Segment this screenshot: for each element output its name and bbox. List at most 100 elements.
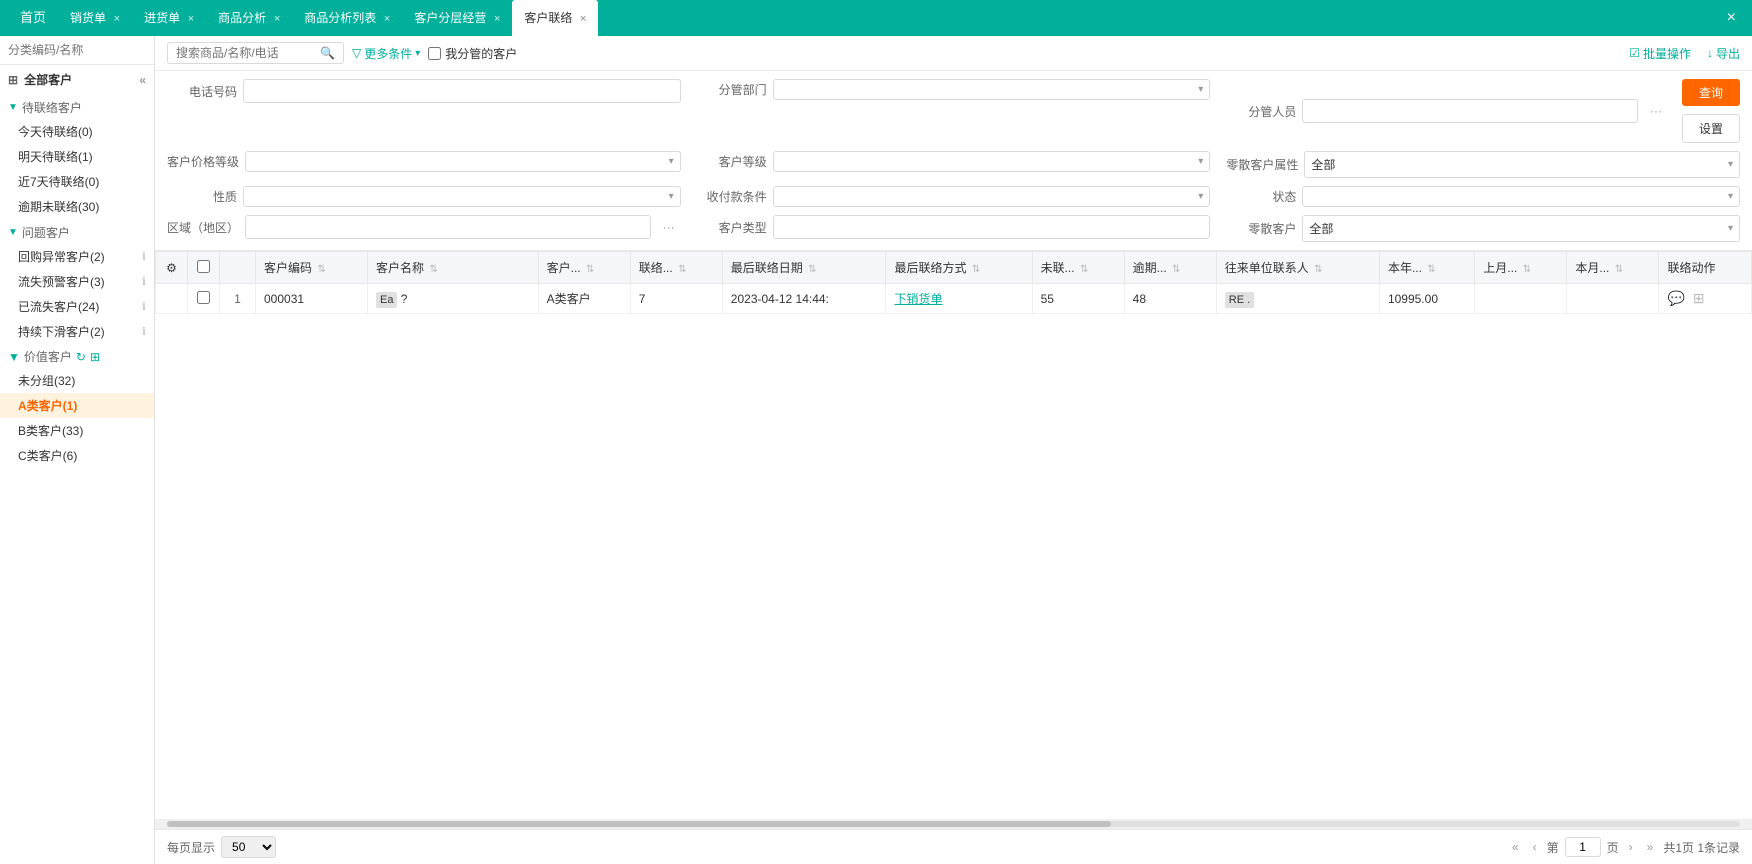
sidebar-item-tomorrow[interactable]: 明天待联络(1) [0, 144, 154, 169]
more-conditions-btn[interactable]: ▽ 更多条件 ▾ [352, 45, 420, 62]
first-page-btn[interactable]: « [1508, 838, 1523, 856]
close-goods-list-icon[interactable]: × [384, 13, 390, 25]
sidebar-item-declining[interactable]: 持续下滑客户(2) ℹ [0, 319, 154, 344]
check-all-checkbox[interactable] [197, 260, 210, 273]
sidebar-item-unclassified[interactable]: 未分组(32) [0, 368, 154, 393]
th-name[interactable]: 客户名称 ⇅ [367, 252, 538, 284]
th-type[interactable]: 客户... ⇅ [538, 252, 630, 284]
my-customer-checkbox-area[interactable]: 我分管的客户 [428, 45, 517, 62]
sort-type-icon[interactable]: ⇅ [586, 264, 594, 275]
th-overdue[interactable]: 逾期... ⇅ [1124, 252, 1216, 284]
sidebar-item-churn-warning[interactable]: 流失预警客户(3) ℹ [0, 269, 154, 294]
sort-lm-icon[interactable]: ⇅ [1523, 264, 1531, 275]
sidebar-item-today[interactable]: 今天待联络(0) [0, 119, 154, 144]
scrollbar-thumb[interactable] [167, 821, 1111, 827]
sidebar-item-b-class[interactable]: B类客户(33) [0, 418, 154, 443]
th-last-month[interactable]: 上月... ⇅ [1475, 252, 1567, 284]
row-checkbox[interactable] [197, 291, 210, 304]
sidebar-item-churned[interactable]: 已流失客户(24) ℹ [0, 294, 154, 319]
next-page-btn[interactable]: › [1625, 838, 1637, 856]
close-segment-icon[interactable]: × [494, 13, 500, 25]
th-this-month[interactable]: 本月... ⇅ [1567, 252, 1659, 284]
filter-manager-input[interactable] [1302, 99, 1638, 123]
filter-customer-type-input[interactable] [773, 215, 1211, 239]
sort-nocontact-icon[interactable]: ⇅ [1080, 264, 1088, 275]
close-contact-icon[interactable]: × [580, 13, 586, 25]
filter-sparse-attr-select[interactable]: 全部 ▾ [1304, 151, 1740, 178]
th-last-method[interactable]: 最后联络方式 ⇅ [886, 252, 1032, 284]
th-gear[interactable]: ⚙ [156, 252, 188, 284]
nav-goods-analysis[interactable]: 商品分析 × [206, 0, 292, 36]
page-input[interactable] [1565, 837, 1601, 857]
th-no-contact[interactable]: 未联... ⇅ [1032, 252, 1124, 284]
filter-sparse-customer-select[interactable]: 全部 ▾ [1302, 215, 1740, 242]
th-contact[interactable]: 联络... ⇅ [630, 252, 722, 284]
filter-customer-grade-row: 客户等级 ▾ [697, 151, 1211, 172]
prev-page-btn[interactable]: ‹ [1529, 838, 1541, 856]
export-btn[interactable]: ↓ 导出 [1707, 45, 1740, 62]
th-this-year[interactable]: 本年... ⇅ [1379, 252, 1474, 284]
th-prev-contact[interactable]: 往来单位联系人 ⇅ [1216, 252, 1379, 284]
filter-dept-select[interactable]: ▾ [773, 79, 1211, 100]
sort-method-icon[interactable]: ⇅ [972, 264, 980, 275]
filter-payment-select[interactable]: ▾ [773, 186, 1211, 207]
sort-name-icon[interactable]: ⇅ [429, 264, 437, 275]
main-search-input[interactable] [176, 46, 316, 60]
my-customer-checkbox[interactable] [428, 47, 441, 60]
sidebar-item-7days[interactable]: 近7天待联络(0) [0, 169, 154, 194]
filter-phone-input[interactable] [243, 79, 681, 103]
batch-ops-btn[interactable]: ☑ 批量操作 [1629, 45, 1691, 62]
pending-contact-group[interactable]: ▼ 待联络客户 [0, 94, 154, 119]
close-sales-icon[interactable]: × [114, 13, 120, 25]
td-last-method[interactable]: 下销货单 [886, 284, 1032, 314]
close-goods-analysis-icon[interactable]: × [274, 13, 280, 25]
settings-button[interactable]: 设置 [1682, 114, 1740, 143]
filter-customer-grade-select[interactable]: ▾ [773, 151, 1211, 172]
per-page-select[interactable]: 50 100 200 [221, 836, 276, 858]
qr-action-icon[interactable]: ⊞ [1693, 290, 1705, 307]
nav-customer-contact[interactable]: 客户联络 × [512, 0, 598, 36]
nav-sales[interactable]: 销货单 × [58, 0, 132, 36]
sidebar-search-input[interactable] [8, 43, 155, 57]
value-customers-group[interactable]: ▼ 价值客户 ↻ ⊞ [0, 344, 154, 368]
horizontal-scrollbar[interactable] [155, 819, 1752, 829]
export-icon: ↓ [1707, 46, 1713, 60]
th-code[interactable]: 客户编码 ⇅ [256, 252, 368, 284]
sort-overdue-icon[interactable]: ⇅ [1172, 264, 1180, 275]
sort-contact-icon[interactable]: ⇅ [678, 264, 686, 275]
sidebar-item-a-class[interactable]: A类客户(1) [0, 393, 154, 418]
th-last-date[interactable]: 最后联络日期 ⇅ [722, 252, 886, 284]
filter-price-grade-row: 客户价格等级 ▾ [167, 151, 681, 172]
chat-action-icon[interactable]: 💬 [1667, 290, 1684, 307]
sort-code-icon[interactable]: ⇅ [317, 264, 325, 275]
th-check[interactable] [188, 252, 220, 284]
td-check-cell[interactable] [188, 284, 220, 314]
sort-tm-icon[interactable]: ⇅ [1615, 264, 1623, 275]
nav-purchase[interactable]: 进货单 × [132, 0, 206, 36]
filter-price-grade-select[interactable]: ▾ [245, 151, 681, 172]
sidebar-item-overdue[interactable]: 逾期未联络(30) [0, 194, 154, 219]
refresh-icon[interactable]: ↻ [76, 350, 86, 364]
sort-prev-icon[interactable]: ⇅ [1314, 264, 1322, 275]
filter-status-select[interactable]: ▾ [1302, 186, 1740, 207]
sidebar-item-repurchase-abnormal[interactable]: 回购异常客户(2) ℹ [0, 244, 154, 269]
edit-groups-icon[interactable]: ⊞ [90, 350, 100, 364]
nav-customer-segment[interactable]: 客户分层经营 × [402, 0, 512, 36]
nav-home[interactable]: 首页 [8, 0, 58, 36]
sort-date-icon[interactable]: ⇅ [808, 264, 816, 275]
close-all-icon[interactable]: × [1719, 9, 1744, 27]
sort-year-icon[interactable]: ⇅ [1427, 264, 1435, 275]
collapse-icon[interactable]: « [139, 73, 146, 87]
filter-manager-dots[interactable]: ··· [1644, 102, 1668, 120]
all-customers-header[interactable]: ⊞ 全部客户 « [0, 65, 154, 94]
sidebar-item-c-class[interactable]: C类客户(6) [0, 443, 154, 468]
filter-region-dots[interactable]: ··· [657, 218, 681, 236]
close-purchase-icon[interactable]: × [188, 13, 194, 25]
filter-region-input[interactable] [245, 215, 651, 239]
main-search-icon[interactable]: 🔍 [320, 46, 335, 60]
query-button[interactable]: 查询 [1682, 79, 1740, 106]
nav-goods-list[interactable]: 商品分析列表 × [292, 0, 402, 36]
last-page-btn[interactable]: » [1643, 838, 1658, 856]
problem-customers-group[interactable]: ▼ 问题客户 [0, 219, 154, 244]
filter-nature-select[interactable]: ▾ [243, 186, 681, 207]
